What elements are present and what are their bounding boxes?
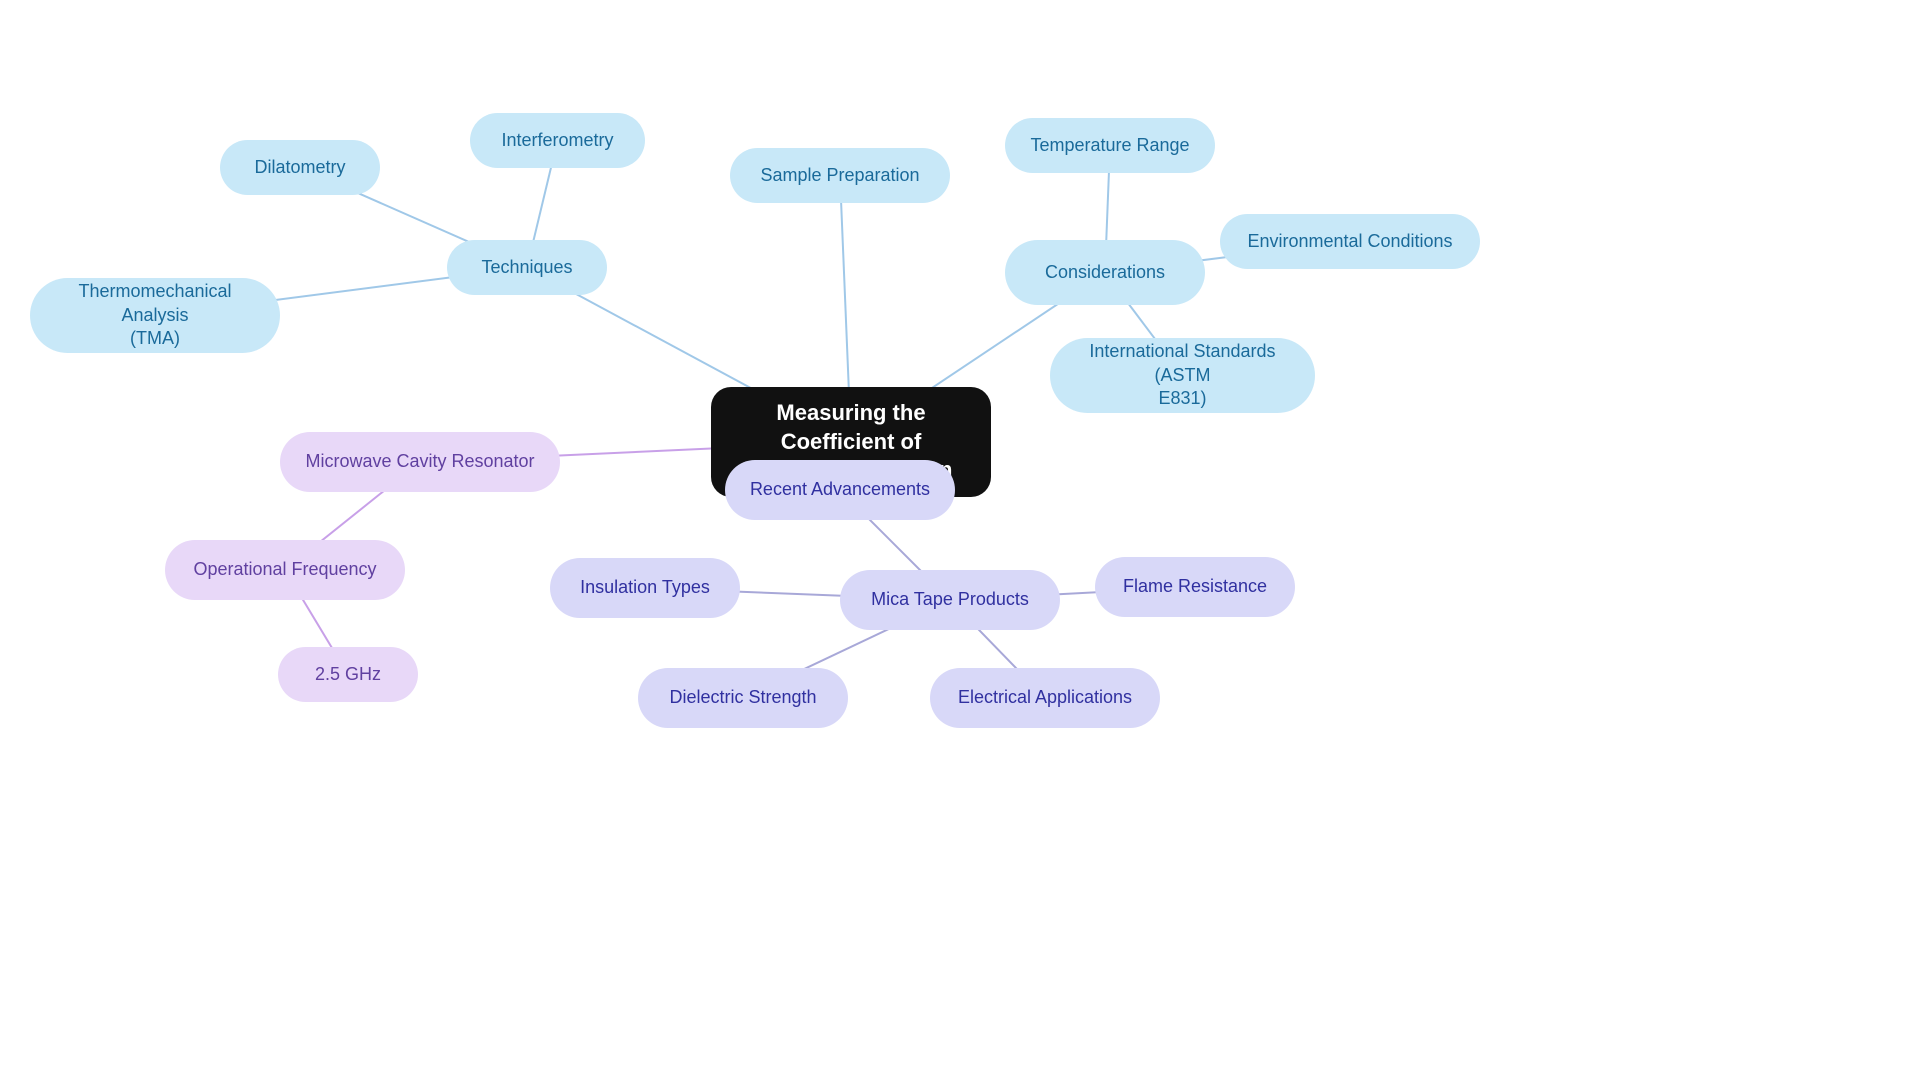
node-label: Temperature Range — [1030, 134, 1189, 157]
node-mica-tape: Mica Tape Products — [840, 570, 1060, 630]
node-techniques: Techniques — [447, 240, 607, 295]
node-microwave: Microwave Cavity Resonator — [280, 432, 560, 492]
node-label: Electrical Applications — [958, 686, 1132, 709]
node-label: Flame Resistance — [1123, 575, 1267, 598]
node-flame-res: Flame Resistance — [1095, 557, 1295, 617]
node-interferometry: Interferometry — [470, 113, 645, 168]
node-intl-standards: International Standards (ASTME831) — [1050, 338, 1315, 413]
node-elec-apps: Electrical Applications — [930, 668, 1160, 728]
node-op-freq: Operational Frequency — [165, 540, 405, 600]
node-label: Thermomechanical Analysis(TMA) — [50, 280, 260, 350]
node-label: Interferometry — [501, 129, 613, 152]
node-label: Considerations — [1045, 261, 1165, 284]
node-label: Operational Frequency — [193, 558, 376, 581]
node-dielectric: Dielectric Strength — [638, 668, 848, 728]
node-label: Insulation Types — [580, 576, 710, 599]
node-label: Dielectric Strength — [669, 686, 816, 709]
node-label: Sample Preparation — [760, 164, 919, 187]
node-recent-adv: Recent Advancements — [725, 460, 955, 520]
node-label: Techniques — [481, 256, 572, 279]
node-label: Microwave Cavity Resonator — [305, 450, 534, 473]
node-ghz: 2.5 GHz — [278, 647, 418, 702]
node-temp-range: Temperature Range — [1005, 118, 1215, 173]
node-label: International Standards (ASTME831) — [1070, 340, 1295, 410]
node-tma: Thermomechanical Analysis(TMA) — [30, 278, 280, 353]
node-label: 2.5 GHz — [315, 663, 381, 686]
node-insulation: Insulation Types — [550, 558, 740, 618]
node-sample-prep: Sample Preparation — [730, 148, 950, 203]
node-label: Mica Tape Products — [871, 588, 1029, 611]
node-label: Dilatometry — [254, 156, 345, 179]
node-label: Recent Advancements — [750, 478, 930, 501]
node-dilatometry: Dilatometry — [220, 140, 380, 195]
node-considerations: Considerations — [1005, 240, 1205, 305]
node-env-conditions: Environmental Conditions — [1220, 214, 1480, 269]
node-label: Environmental Conditions — [1247, 230, 1452, 253]
